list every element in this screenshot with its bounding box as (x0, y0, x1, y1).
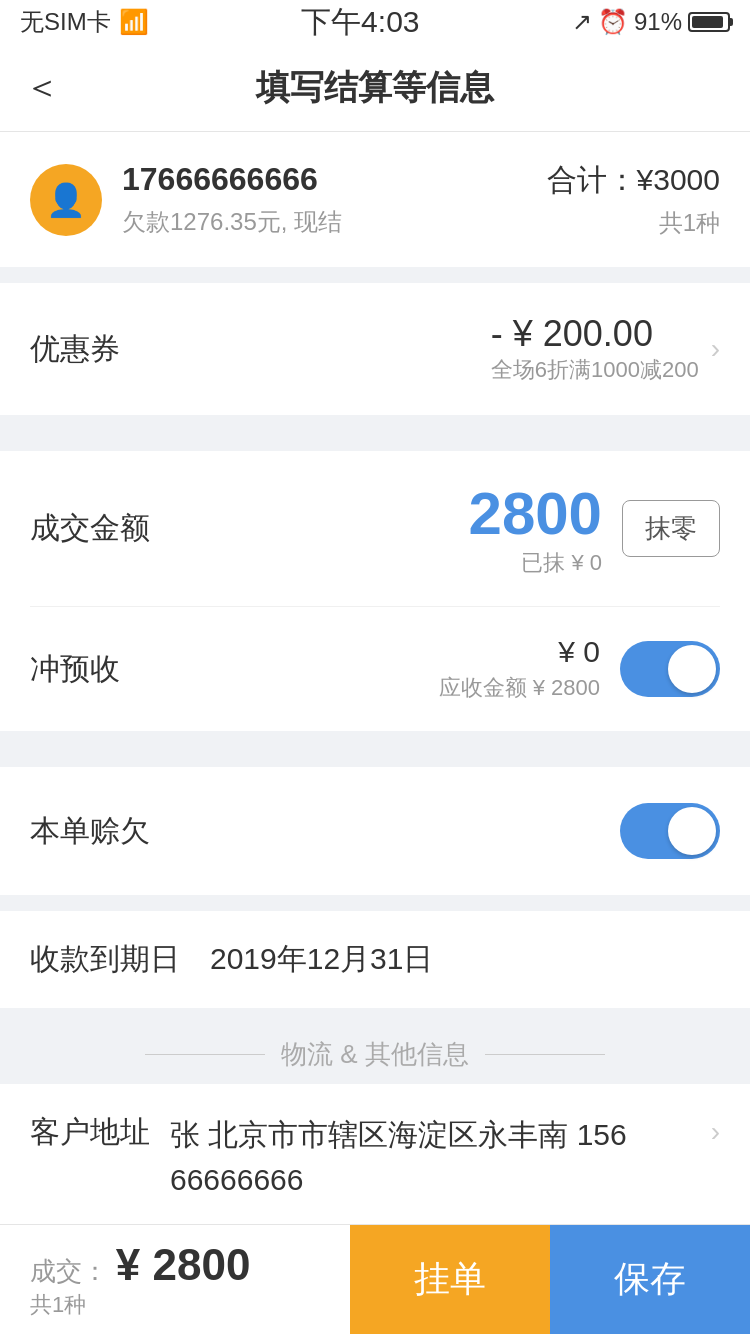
status-left: 无SIM卡 📶 (20, 6, 149, 38)
toggle-knob (668, 645, 716, 693)
status-time: 下午4:03 (301, 2, 419, 43)
transaction-amount-label: 成交金额 (30, 508, 150, 549)
bottom-left: 成交： ¥ 2800 共1种 (0, 1240, 350, 1320)
status-bar: 无SIM卡 📶 下午4:03 ↗ ⏰ 91% (0, 0, 750, 44)
round-zero-button[interactable]: 抹零 (622, 500, 720, 557)
prepay-label: 冲预收 (30, 649, 120, 690)
wifi-icon: 📶 (119, 8, 149, 36)
battery-icon (688, 12, 730, 32)
location-icon: ↗ (572, 8, 592, 36)
address-row: 客户地址 张 北京市市辖区海淀区永丰南 156 66666666 › (30, 1112, 720, 1202)
address-label: 客户地址 (30, 1112, 150, 1153)
debit-toggle-knob (668, 807, 716, 855)
total-amount: 合计：¥3000 (547, 160, 720, 201)
due-date-value: 2019年12月31日 (210, 939, 433, 980)
prepay-toggle[interactable] (620, 641, 720, 697)
transaction-amount-value: 2800 (469, 479, 602, 548)
customer-sub-info: 欠款1276.35元, 现结 (122, 206, 342, 238)
coupon-row[interactable]: 优惠券 - ¥ 200.00 全场6折满1000减200 › (0, 283, 750, 415)
customer-info: 17666666666 欠款1276.35元, 现结 (122, 161, 342, 238)
address-value: 张 北京市市辖区海淀区永丰南 156 66666666 (150, 1112, 711, 1202)
nav-bar: ＜ 填写结算等信息 (0, 44, 750, 132)
back-button[interactable]: ＜ (24, 63, 60, 112)
bottom-count: 共1种 (30, 1290, 320, 1320)
total-count: 共1种 (547, 207, 720, 239)
amount-section: 成交金额 2800 已抹 ¥ 0 抹零 冲预收 ¥ 0 应收金额 ¥ 2800 (0, 451, 750, 731)
transaction-amount-row: 成交金额 2800 已抹 ¥ 0 抹零 (30, 451, 720, 607)
bottom-bar: 成交： ¥ 2800 共1种 挂单 保存 (0, 1224, 750, 1334)
customer-right: 合计：¥3000 共1种 (547, 160, 720, 239)
customer-left: 👤 17666666666 欠款1276.35元, 现结 (30, 161, 342, 238)
page-title: 填写结算等信息 (256, 65, 494, 111)
coupon-discount: - ¥ 200.00 (491, 313, 699, 355)
content-area: 👤 17666666666 欠款1276.35元, 现结 合计：¥3000 共1… (0, 132, 750, 1334)
customer-phone: 17666666666 (122, 161, 342, 198)
carrier-label: 无SIM卡 (20, 6, 111, 38)
section-divider-1 (0, 431, 750, 451)
due-date-label: 收款到期日 (30, 939, 180, 980)
coupon-right: - ¥ 200.00 全场6折满1000减200 › (491, 313, 720, 385)
hold-order-button[interactable]: 挂单 (350, 1225, 550, 1335)
avatar: 👤 (30, 164, 102, 236)
transaction-amount-sub: 已抹 ¥ 0 (521, 548, 602, 578)
bottom-trans-label: 成交： (30, 1256, 108, 1286)
status-right: ↗ ⏰ 91% (572, 8, 730, 36)
debit-label: 本单赊欠 (30, 811, 150, 852)
logistics-divider: 物流 & 其他信息 (0, 1024, 750, 1084)
prepay-right: ¥ 0 应收金额 ¥ 2800 (439, 635, 600, 703)
debit-row: 本单赊欠 (30, 767, 720, 895)
debit-toggle[interactable] (620, 803, 720, 859)
address-section[interactable]: 客户地址 张 北京市市辖区海淀区永丰南 156 66666666 › (0, 1084, 750, 1230)
alarm-icon: ⏰ (598, 8, 628, 36)
address-chevron-icon: › (711, 1116, 720, 1148)
due-date-section: 收款到期日 2019年12月31日 (0, 911, 750, 1008)
transaction-amount-right: 2800 已抹 ¥ 0 抹零 (469, 479, 720, 578)
customer-card: 👤 17666666666 欠款1276.35元, 现结 合计：¥3000 共1… (0, 132, 750, 267)
battery-percent: 91% (634, 8, 682, 36)
prepay-amount: ¥ 0 (558, 635, 600, 669)
section-divider-2 (0, 731, 750, 751)
coupon-label: 优惠券 (30, 329, 120, 370)
bottom-amount: ¥ 2800 (116, 1240, 251, 1289)
prepay-sub: 应收金额 ¥ 2800 (439, 673, 600, 703)
save-button[interactable]: 保存 (550, 1225, 750, 1335)
coupon-desc: 全场6折满1000减200 (491, 355, 699, 385)
debit-section: 本单赊欠 (0, 767, 750, 895)
logistics-label: 物流 & 其他信息 (145, 1037, 605, 1072)
logistics-line-left (145, 1054, 265, 1055)
prepay-row: 冲预收 ¥ 0 应收金额 ¥ 2800 (30, 607, 720, 731)
due-date-row: 收款到期日 2019年12月31日 (30, 939, 720, 980)
coupon-chevron-icon: › (711, 333, 720, 365)
logistics-line-right (485, 1054, 605, 1055)
